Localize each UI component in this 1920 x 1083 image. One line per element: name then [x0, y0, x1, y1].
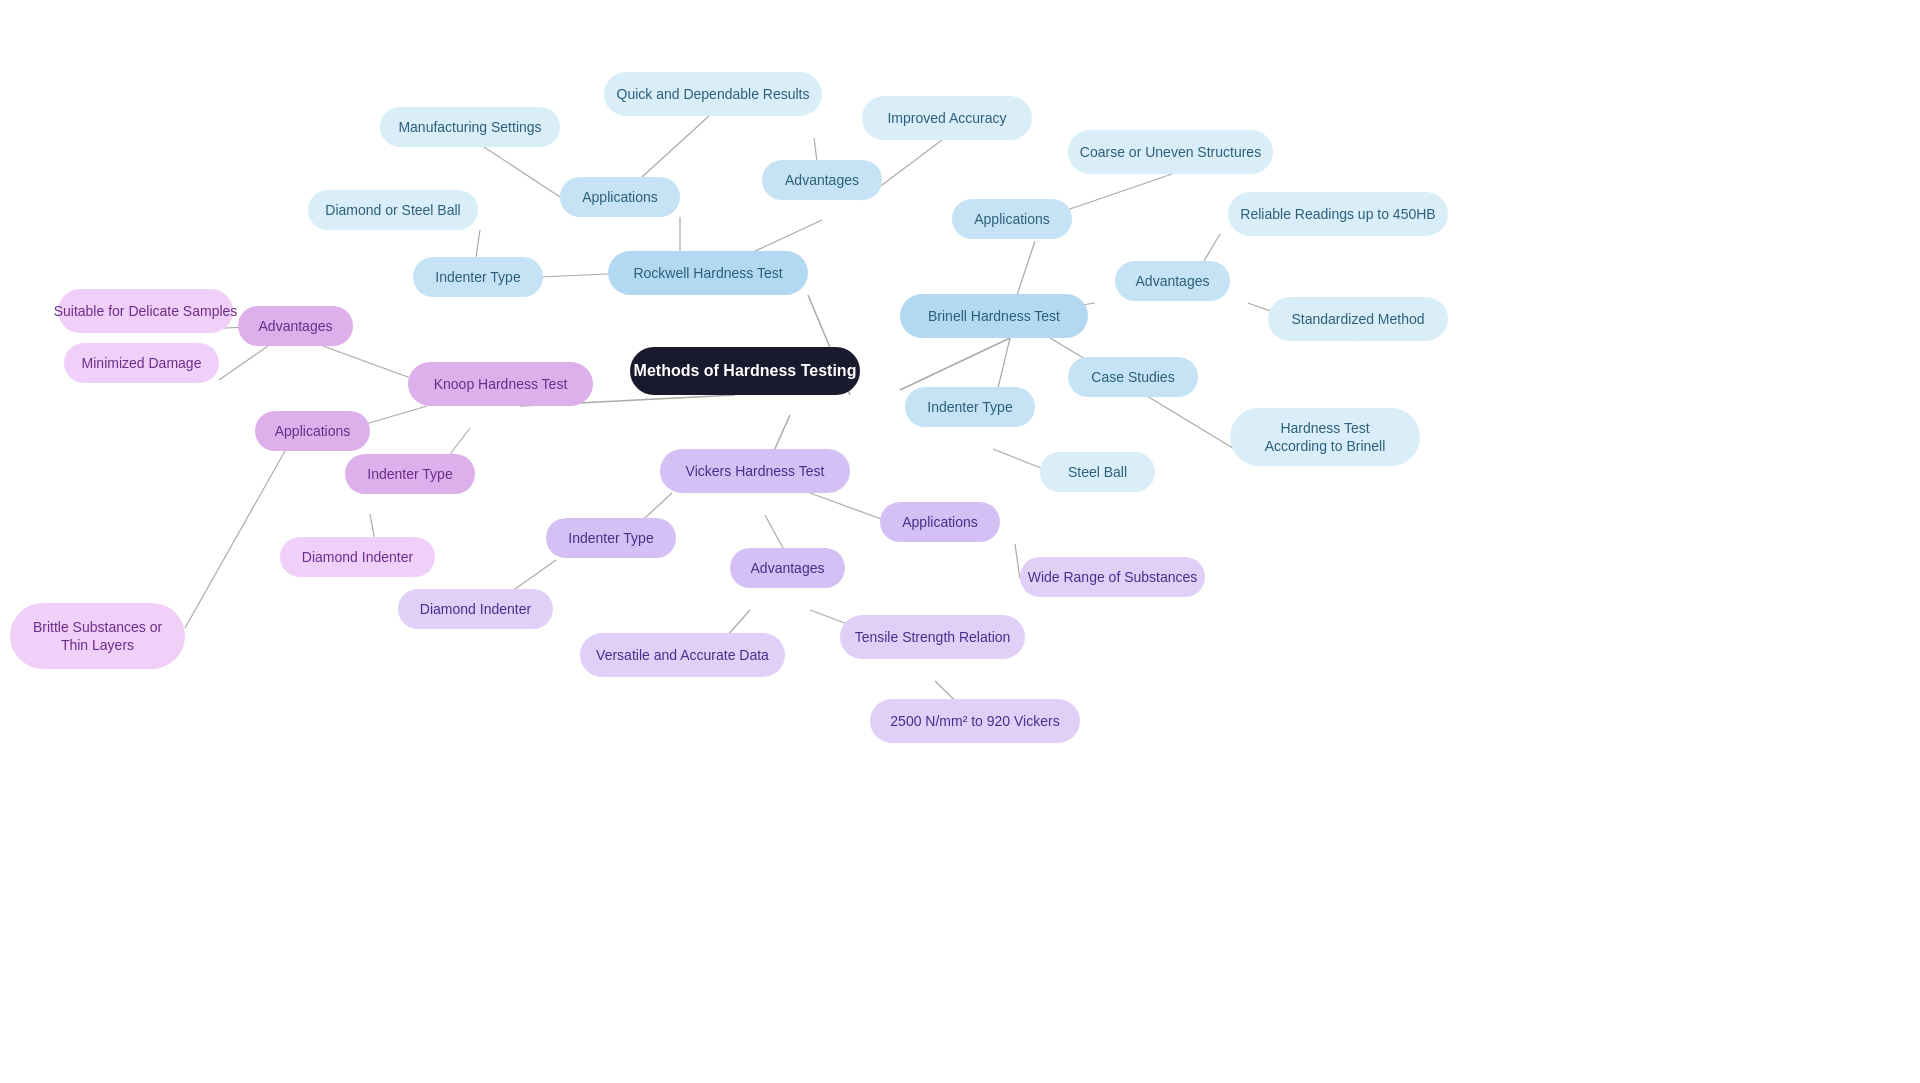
vickers-advantages-label: Advantages — [751, 559, 825, 577]
rockwell-indenter-label: Indenter Type — [435, 268, 520, 286]
vickers-2500-node: 2500 N/mm² to 920 Vickers — [870, 699, 1080, 743]
wide-range-label: Wide Range of Substances — [1028, 568, 1198, 586]
reliable-readings-node: Reliable Readings up to 450HB — [1228, 192, 1448, 236]
vickers-node: Vickers Hardness Test — [660, 449, 850, 493]
versatile-accurate-label: Versatile and Accurate Data — [596, 646, 769, 664]
vickers-advantages-node: Advantages — [730, 548, 845, 588]
rockwell-indenter-node: Indenter Type — [413, 257, 543, 297]
diamond-steel-label: Diamond or Steel Ball — [325, 201, 460, 219]
wide-range-node: Wide Range of Substances — [1020, 557, 1205, 597]
rockwell-applications-label: Applications — [582, 188, 658, 206]
vickers-label: Vickers Hardness Test — [686, 462, 825, 480]
brinell-applications-label: Applications — [974, 210, 1050, 228]
vickers-applications-label: Applications — [902, 513, 978, 531]
hardness-brinell-node: Hardness Test According to Brinell — [1230, 408, 1420, 466]
rockwell-advantages-node: Advantages — [762, 160, 882, 200]
brinell-indenter-label: Indenter Type — [927, 398, 1012, 416]
svg-line-35 — [1152, 399, 1236, 450]
tensile-strength-node: Tensile Strength Relation — [840, 615, 1025, 659]
svg-line-16 — [219, 346, 268, 380]
minimized-damage-node: Minimized Damage — [64, 343, 219, 383]
suitable-delicate-label: Suitable for Delicate Samples — [54, 302, 238, 320]
reliable-readings-label: Reliable Readings up to 450HB — [1240, 205, 1435, 223]
knoop-applications-label: Applications — [275, 422, 351, 440]
diamond-steel-node: Diamond or Steel Ball — [308, 190, 478, 230]
standardized-method-node: Standardized Method — [1268, 297, 1448, 341]
knoop-advantages-label: Advantages — [259, 317, 333, 335]
improved-accuracy-node: Improved Accuracy — [862, 96, 1032, 140]
improved-accuracy-label: Improved Accuracy — [887, 109, 1006, 127]
center-node: Methods of Hardness Testing — [630, 347, 860, 395]
hardness-brinell-label: Hardness Test According to Brinell — [1248, 419, 1402, 455]
quick-dependable-label: Quick and Dependable Results — [617, 85, 810, 103]
diamond-indenter1-node: Diamond Indenter — [280, 537, 435, 577]
brittle-label: Brittle Substances or Thin Layers — [28, 618, 167, 654]
minimized-damage-label: Minimized Damage — [82, 354, 202, 372]
standardized-method-label: Standardized Method — [1291, 310, 1424, 328]
brinell-case-studies-node: Case Studies — [1068, 357, 1198, 397]
coarse-uneven-label: Coarse or Uneven Structures — [1080, 143, 1261, 161]
rockwell-node: Rockwell Hardness Test — [608, 251, 808, 295]
quick-dependable-node: Quick and Dependable Results — [604, 72, 822, 116]
knoop-indenter-label: Indenter Type — [367, 465, 452, 483]
coarse-uneven-node: Coarse or Uneven Structures — [1068, 130, 1273, 174]
diamond-indenter1-label: Diamond Indenter — [302, 548, 413, 566]
svg-line-3 — [900, 338, 1010, 390]
brinell-advantages-node: Advantages — [1115, 261, 1230, 301]
brinell-advantages-label: Advantages — [1136, 272, 1210, 290]
brinell-node: Brinell Hardness Test — [900, 294, 1088, 338]
knoop-applications-node: Applications — [255, 411, 370, 451]
steel-ball-node: Steel Ball — [1040, 452, 1155, 492]
versatile-accurate-node: Versatile and Accurate Data — [580, 633, 785, 677]
manufacturing-node: Manufacturing Settings — [380, 107, 560, 147]
svg-line-10 — [484, 147, 560, 197]
vickers-indenter-label: Indenter Type — [568, 529, 653, 547]
brittle-node: Brittle Substances or Thin Layers — [10, 603, 185, 669]
rockwell-label: Rockwell Hardness Test — [633, 264, 782, 282]
steel-ball-label: Steel Ball — [1068, 463, 1127, 481]
knoop-advantages-node: Advantages — [238, 306, 353, 346]
vickers-2500-label: 2500 N/mm² to 920 Vickers — [890, 712, 1059, 730]
brinell-case-studies-label: Case Studies — [1091, 368, 1174, 386]
rockwell-advantages-label: Advantages — [785, 171, 859, 189]
vickers-indenter-node: Indenter Type — [546, 518, 676, 558]
brinell-applications-node: Applications — [952, 199, 1072, 239]
knoop-label: Knoop Hardness Test — [434, 375, 568, 393]
knoop-indenter-node: Indenter Type — [345, 454, 475, 494]
manufacturing-label: Manufacturing Settings — [398, 118, 541, 136]
brinell-indenter-node: Indenter Type — [905, 387, 1035, 427]
vickers-applications-node: Applications — [880, 502, 1000, 542]
knoop-node: Knoop Hardness Test — [408, 362, 593, 406]
diamond-indenter2-node: Diamond Indenter — [398, 589, 553, 629]
diamond-indenter2-label: Diamond Indenter — [420, 600, 531, 618]
rockwell-applications-node: Applications — [560, 177, 680, 217]
center-label: Methods of Hardness Testing — [634, 361, 857, 382]
tensile-strength-label: Tensile Strength Relation — [855, 628, 1011, 646]
brinell-label: Brinell Hardness Test — [928, 307, 1060, 325]
suitable-delicate-node: Suitable for Delicate Samples — [58, 289, 233, 333]
svg-line-17 — [185, 451, 285, 628]
